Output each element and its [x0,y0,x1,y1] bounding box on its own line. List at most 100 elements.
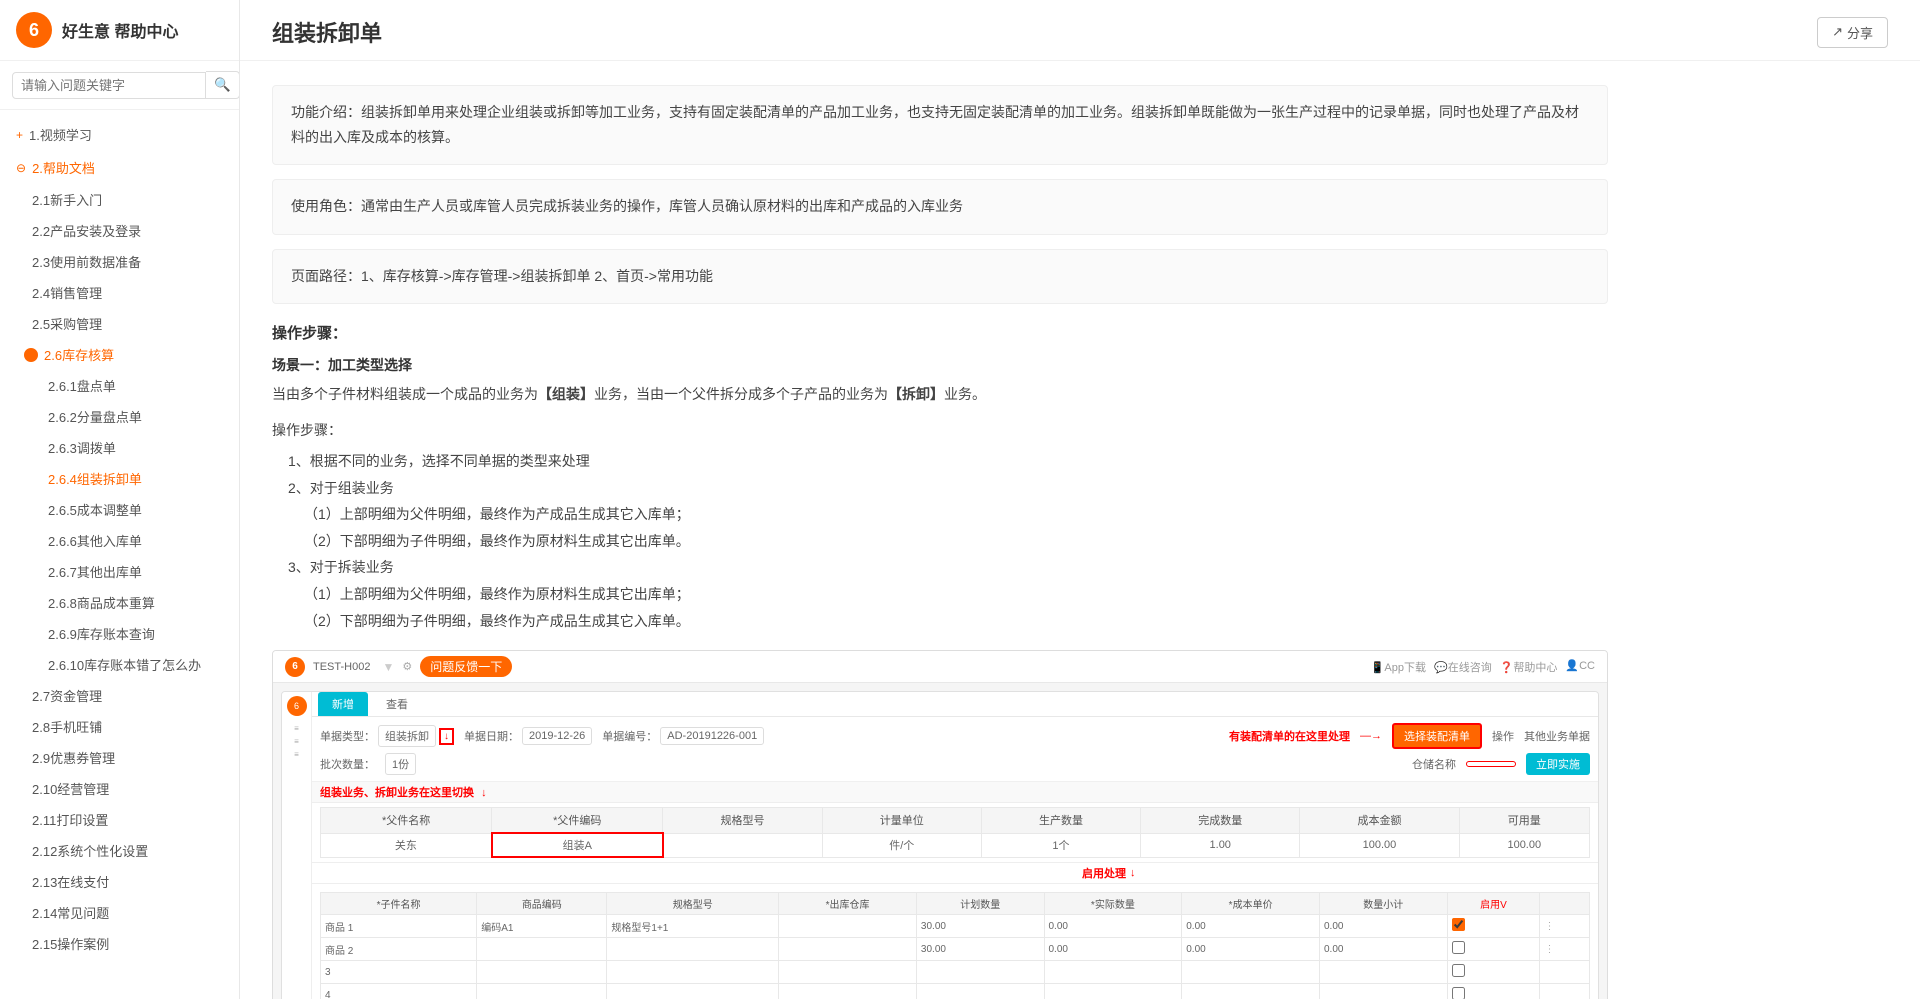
sidebar-item-video[interactable]: + 1.视频学习 [0,118,239,151]
sidebar-header: 6 好生意 帮助中心 [0,0,239,61]
sc-topbar: 6 TEST-H002 ▼ ⚙ 问题反馈一下 📱App下载 💬在线咨询 ❓帮助中… [273,651,1607,683]
main-header: 组装拆卸单 ↗ 分享 [240,0,1920,61]
sc-icon-online: 💬在线咨询 [1434,659,1492,675]
sc-inner-logo: 6 [287,696,307,716]
sc-th-spec: 规格型号 [663,808,822,834]
sc-tab-new[interactable]: 新增 [318,692,368,716]
sc-app-logo: 6 [285,657,305,677]
sc-left-icon2: ≡ [294,737,299,746]
sidebar-item-data-prep[interactable]: 2.3使用前数据准备 [0,246,239,277]
sc-bth-ops [1540,893,1590,915]
sc-form-type: 单据类型： 组装拆卸 ↓ [320,725,454,747]
sc-annotation2: 组装业务、拆卸业务在这里切换 [320,787,474,799]
sidebar-item-purchase[interactable]: 2.5采购管理 [0,308,239,339]
sidebar-item-personalize[interactable]: 2.12系统个性化设置 [0,835,239,866]
sc-qty-value[interactable]: 1份 [385,753,416,775]
sidebar-item-sales[interactable]: 2.4销售管理 [0,277,239,308]
sc-choose-bom-btn[interactable]: 选择装配清单 [1392,723,1482,749]
sidebar-item-266[interactable]: 2.6.6其他入库单 [0,525,239,556]
sidebar-label-docs: 2.帮助文档 [32,158,95,177]
sc-qty-label: 批次数量： [320,756,375,772]
sidebar-item-coupon[interactable]: 2.9优惠券管理 [0,742,239,773]
sidebar-item-mobile[interactable]: 2.8手机旺铺 [0,711,239,742]
brand-name: 好生意 帮助中心 [62,18,178,42]
sc-bth-price: *成本单价 [1182,893,1320,915]
search-box: 🔍 [0,61,239,110]
sc-annotation1: 有装配清单的在这里处理 [1229,728,1350,744]
sidebar-item-beginner[interactable]: 2.1新手入门 [0,184,239,215]
sc-left-icon3: ≡ [294,750,299,759]
sidebar-label-inventory: 2.6库存核算 [44,345,114,364]
sc-icons: 📱App下载 💬在线咨询 ❓帮助中心 👤CC [1371,659,1595,675]
sc-bth-cname: *子件名称 [321,893,477,915]
step3-sub1: （1）上部明细为父件明细，最终作为原材料生成其它出库单； [304,581,1608,608]
sidebar-item-mgmt[interactable]: 2.10经营管理 [0,773,239,804]
scene1-desc: 当由多个子件材料组装成一个成品的业务为【组装】业务，当由一个父件拆分成多个子产品… [272,381,1608,408]
sc-th-fname: *父件名称 [321,808,492,834]
intro-block-1: 功能介绍：组装拆卸单用来处理企业组装或拆卸等加工业务，支持有固定装配清单的产品加… [272,85,1608,165]
sidebar-item-payment[interactable]: 2.13在线支付 [0,866,239,897]
sidebar-item-267[interactable]: 2.6.7其他出库单 [0,556,239,587]
sc-bth-wh: *出库仓库 [779,893,917,915]
sidebar-item-261[interactable]: 2.6.1盘点单 [0,370,239,401]
step2-sub1: （1）上部明细为父件明细，最终作为产成品生成其它入库单； [304,501,1608,528]
sc-warehouse-input[interactable] [1466,761,1516,767]
page-title: 组装拆卸单 [272,16,382,48]
sidebar-item-264[interactable]: 2.6.4组装拆卸单 [0,463,239,494]
sc-icon-appdownload: 📱App下载 [1371,659,1426,675]
search-input[interactable] [12,72,206,99]
sc-top-table: *父件名称 *父件编码 规格型号 计量单位 生产数量 完成数量 成本金额 可用量 [320,807,1590,858]
intro-text-3: 页面路径：1、库存核算->库存管理->组装拆卸单 2、首页->常用功能 [291,268,713,284]
step3: 3、对于拆装业务 [288,554,1608,581]
sc-icon-help: ❓帮助中心 [1500,659,1558,675]
sc-bot-row4: 4 [321,984,1590,999]
sidebar-item-install[interactable]: 2.2产品安装及登录 [0,215,239,246]
sc-bth-spec: 规格型号 [607,893,779,915]
sc-feedback-btn[interactable]: 问题反馈一下 [420,656,512,677]
sidebar-item-faq[interactable]: 2.14常见问题 [0,897,239,928]
sc-bth-planqty: 计划数量 [916,893,1044,915]
sidebar-item-finance[interactable]: 2.7资金管理 [0,680,239,711]
share-label: 分享 [1847,23,1873,42]
sc-bth-subtotal: 数量小计 [1320,893,1448,915]
sidebar-item-2610[interactable]: 2.6.10库存账本错了怎么办 [0,649,239,680]
sidebar-group-inventory: 2.6库存核算 2.6.1盘点单 2.6.2分量盘点单 2.6.3调拨单 2.6… [0,339,239,680]
screenshot-mockup: 6 TEST-H002 ▼ ⚙ 问题反馈一下 📱App下载 💬在线咨询 ❓帮助中… [273,651,1607,999]
sidebar-item-262[interactable]: 2.6.2分量盘点单 [0,401,239,432]
sc-th-fcode: *父件编码 [492,808,663,834]
sc-top-label: TEST-H002 [313,661,370,673]
step2: 2、对于组装业务 [288,475,1608,502]
share-icon: ↗ [1832,24,1843,40]
sidebar-item-268[interactable]: 2.6.8商品成本重算 [0,587,239,618]
sc-th-avail: 可用量 [1459,808,1589,834]
step2-sub2: （2）下部明细为子件明细，最终作为原材料生成其它出库单。 [304,528,1608,555]
sidebar-item-269[interactable]: 2.6.9库存账本查询 [0,618,239,649]
sidebar-item-inventory[interactable]: 2.6库存核算 [0,339,239,370]
search-icon: 🔍 [214,77,231,92]
intro-text-2: 使用角色：通常由生产人员或库管人员完成拆装业务的操作，库管人员确认原材料的出库和… [291,198,963,214]
sidebar-item-print[interactable]: 2.11打印设置 [0,804,239,835]
nav-sub-docs: 2.1新手入门 2.2产品安装及登录 2.3使用前数据准备 2.4销售管理 2.… [0,184,239,959]
sc-bottom-table: *子件名称 商品编码 规格型号 *出库仓库 计划数量 *实际数量 *成本单价 数… [320,892,1590,999]
sidebar-item-cases[interactable]: 2.15操作案例 [0,928,239,959]
nav-list: + 1.视频学习 ⊖ 2.帮助文档 2.1新手入门 2.2产品安装及登录 2.3… [0,110,239,999]
sc-annotation3: 启用处理 [1082,865,1126,881]
sc-th-cost: 成本金额 [1300,808,1459,834]
sc-bot-row1: 商品 1 编码A1 规格型号1+1 30.00 0.00 0.00 0.00 [321,915,1590,938]
sidebar-item-docs[interactable]: ⊖ 2.帮助文档 [0,151,239,184]
sc-confirm-btn[interactable]: 立即实施 [1526,753,1590,775]
sidebar-item-263[interactable]: 2.6.3调拨单 [0,432,239,463]
sc-bot-row3: 3 [321,961,1590,984]
step3-sub2: （2）下部明细为子件明细，最终作为产成品生成其它入库单。 [304,608,1608,635]
circle-icon [24,348,38,362]
article-body: 功能介绍：组装拆卸单用来处理企业组装或拆卸等加工业务，支持有固定装配清单的产品加… [240,61,1640,999]
sc-th-pqty: 生产数量 [981,808,1140,834]
plus-icon: + [16,128,23,142]
search-button[interactable]: 🔍 [206,71,240,99]
logo-icon: 6 [16,12,52,48]
sc-tab-view[interactable]: 查看 [372,692,422,716]
sidebar-item-265[interactable]: 2.6.5成本调整单 [0,494,239,525]
share-button[interactable]: ↗ 分享 [1817,17,1888,48]
sc-left-icon1: ≡ [294,724,299,733]
main-content: 组装拆卸单 ↗ 分享 功能介绍：组装拆卸单用来处理企业组装或拆卸等加工业务，支持… [240,0,1920,999]
